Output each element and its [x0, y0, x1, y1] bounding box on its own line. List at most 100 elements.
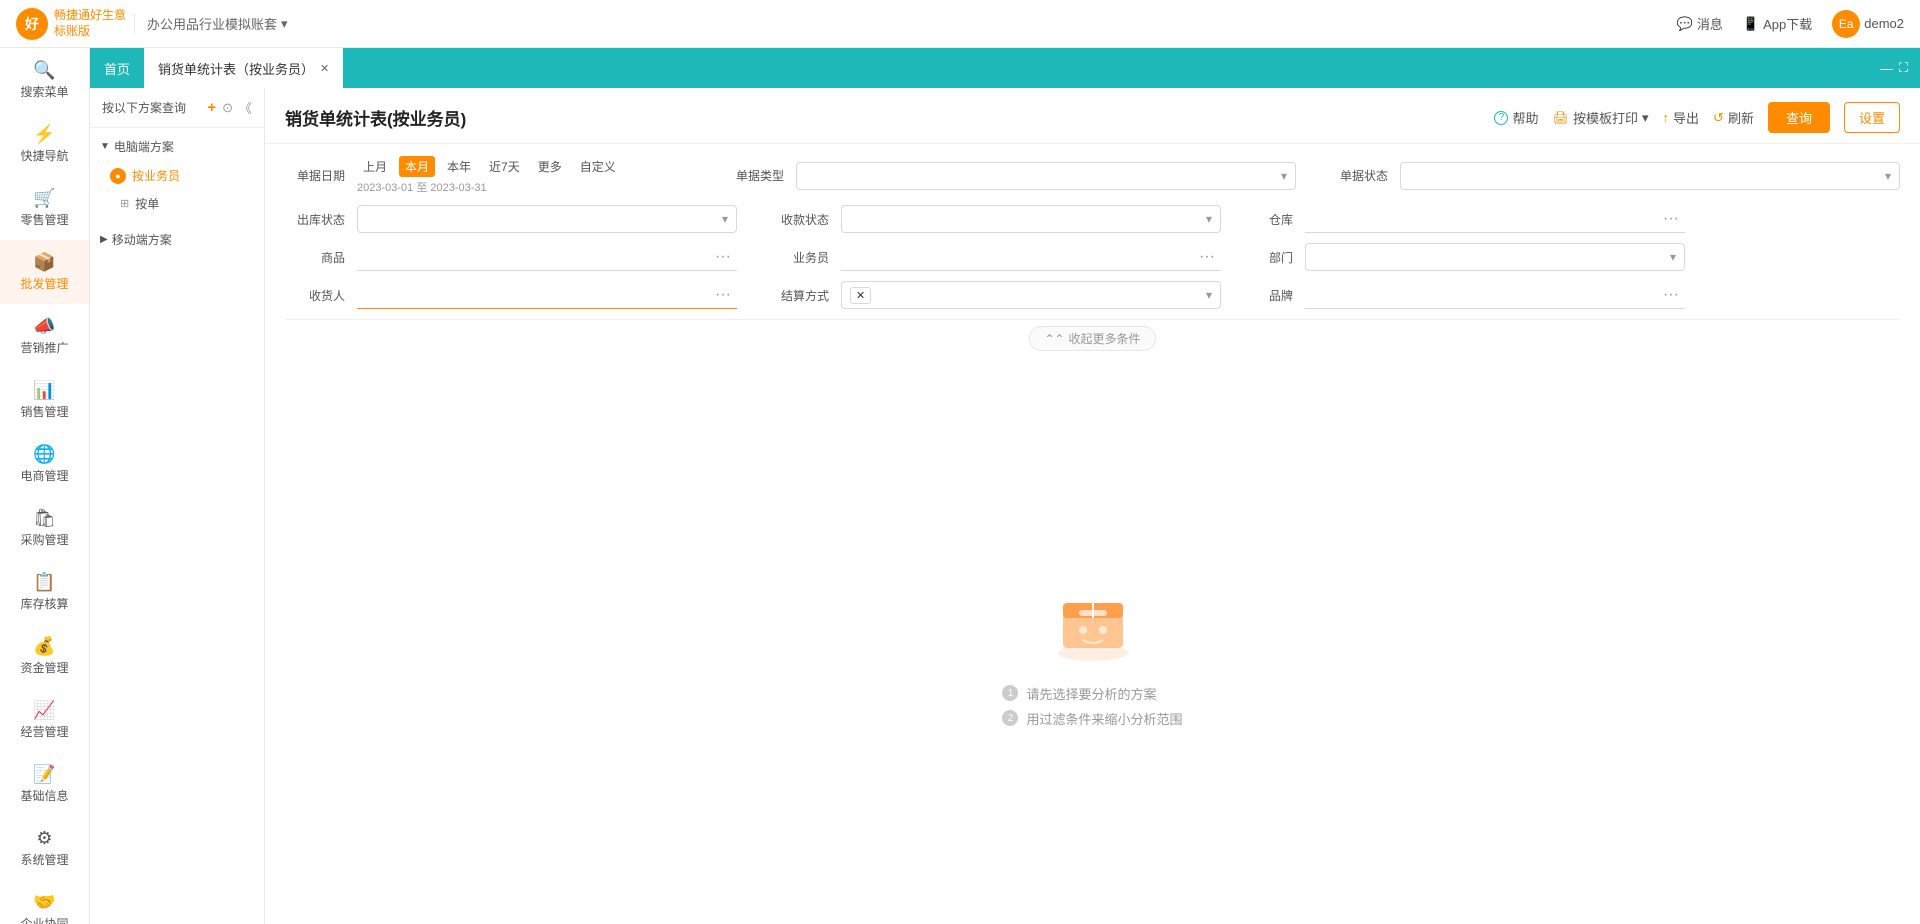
scheme-panel-title: 按以下方案查询 [102, 99, 186, 116]
date-tab-custom[interactable]: 自定义 [574, 156, 622, 177]
header-left: 好 畅捷通好生意 标账版 办公用品行业模拟账套 ▾ [16, 8, 288, 40]
enterprise-icon: 🤝 [33, 892, 55, 913]
department-label: 部门 [1233, 249, 1293, 266]
tabs-bar: 首页 销货单统计表（按业务员） ✕ — ⛶ [90, 48, 1920, 88]
goods-label: 商品 [285, 249, 345, 266]
ecommerce-icon: 🌐 [33, 444, 55, 465]
sidebar-item-label: 销售管理 [20, 403, 68, 420]
sidebar-item-label: 企业协同 [20, 915, 68, 924]
system-icon: ⚙ [36, 828, 52, 849]
date-tab-this-month[interactable]: 本月 [399, 156, 435, 177]
doc-status-dropdown[interactable]: ▾ [1400, 162, 1900, 190]
sidebar-item-sales[interactable]: 📊 销售管理 [0, 368, 89, 432]
sidebar-item-label: 采购管理 [20, 531, 68, 548]
scheme-panel-header: 按以下方案查询 + ⊙ 《 [90, 88, 264, 128]
app-download-btn[interactable]: 📱 App下载 [1743, 14, 1812, 33]
query-btn[interactable]: 查询 [1768, 102, 1830, 133]
search-icon: 🔍 [33, 60, 55, 81]
sidebar-item-inventory[interactable]: 📋 库存核算 [0, 560, 89, 624]
settlement-clear-btn[interactable]: ✕ [850, 287, 871, 304]
refresh-icon: ↺ [1713, 110, 1724, 126]
scheme-item-by-salesperson[interactable]: ● 按业务员 [90, 161, 264, 190]
basic-info-icon: 📝 [33, 764, 55, 785]
wholesale-icon: 📦 [33, 252, 55, 273]
group-collapsed-icon: ▶ [100, 234, 108, 245]
sidebar-item-label: 经营管理 [20, 723, 68, 740]
settings-btn[interactable]: 设置 [1844, 102, 1900, 133]
sidebar-item-finance[interactable]: 💰 资金管理 [0, 624, 89, 688]
scheme-group-desktop: ▼ 电脑端方案 ● 按业务员 ⊞ 按单 [90, 128, 264, 221]
scheme-group-desktop-title[interactable]: ▼ 电脑端方案 [90, 132, 264, 161]
print-btn[interactable]: 🖨 按模板打印 ▾ [1552, 108, 1648, 127]
sidebar-item-enterprise[interactable]: 🤝 企业协同 [0, 880, 89, 924]
date-tab-last-month[interactable]: 上月 [357, 156, 393, 177]
collapse-conditions-btn[interactable]: ⌃⌃ 收起更多条件 [1029, 326, 1155, 351]
date-tab-this-year[interactable]: 本年 [441, 156, 477, 177]
date-tab-more[interactable]: 更多 [532, 156, 568, 177]
date-tabs: 上月 本月 本年 近7天 更多 自定义 [357, 156, 692, 177]
recipient-field[interactable]: ··· [357, 281, 737, 309]
chevron-down-payment: ▾ [1206, 212, 1212, 226]
filter-row-1: 单据日期 上月 本月 本年 近7天 更多 自定义 2023-03-01 至 20… [285, 156, 1900, 195]
marketing-icon: 📣 [33, 316, 55, 337]
date-label: 单据日期 [285, 167, 345, 184]
doc-status-label: 单据状态 [1308, 167, 1388, 184]
sidebar-item-purchase[interactable]: 🛍 采购管理 [0, 496, 89, 560]
date-tab-last7days[interactable]: 近7天 [483, 156, 526, 177]
top-header: 好 畅捷通好生意 标账版 办公用品行业模拟账套 ▾ 💬 消息 📱 App下载 E… [0, 0, 1920, 48]
messages-btn[interactable]: 💬 消息 [1677, 14, 1723, 33]
refresh-btn[interactable]: ↺ 刷新 [1713, 108, 1754, 127]
brand-label: 品牌 [1233, 287, 1293, 304]
collapse-scheme-icon[interactable]: 《 [239, 98, 252, 117]
warehouse-field[interactable]: ··· [1305, 205, 1685, 233]
sidebar-item-ecommerce[interactable]: 🌐 电商管理 [0, 432, 89, 496]
add-scheme-btn[interactable]: + [207, 99, 216, 116]
sidebar-item-retail[interactable]: 🛒 零售管理 [0, 176, 89, 240]
sidebar-item-search-menu[interactable]: 🔍 搜索菜单 [0, 48, 89, 112]
sidebar-item-operations[interactable]: 📈 经营管理 [0, 688, 89, 752]
tab-close-icon[interactable]: ✕ [320, 62, 329, 75]
minimize-icon[interactable]: — [1880, 61, 1893, 76]
settlement-dropdown[interactable]: ✕ ▾ [841, 281, 1221, 309]
shipment-dropdown[interactable]: ▾ [357, 205, 737, 233]
sidebar-item-system[interactable]: ⚙ 系统管理 [0, 816, 89, 880]
sidebar-item-basic-info[interactable]: 📝 基础信息 [0, 752, 89, 816]
brand-field[interactable]: ··· [1305, 281, 1685, 309]
avatar: Ea [1832, 10, 1860, 38]
help-btn[interactable]: ? 帮助 [1494, 108, 1538, 127]
doc-type-label: 单据类型 [704, 167, 784, 184]
sidebar-item-wholesale[interactable]: 📦 批发管理 [0, 240, 89, 304]
content-area: 首页 销货单统计表（按业务员） ✕ — ⛶ 按以下方案查询 + ⊙ 《 [90, 48, 1920, 924]
tab-home[interactable]: 首页 [90, 48, 144, 88]
page-title-actions: ? 帮助 🖨 按模板打印 ▾ ↑ 导出 ↺ [1494, 102, 1900, 133]
print-icon: 🖨 [1552, 110, 1569, 126]
scheme-panel: 按以下方案查询 + ⊙ 《 ▼ 电脑端方案 ● 按业务员 [90, 88, 265, 924]
sidebar-item-quick-nav[interactable]: ⚡ 快捷导航 [0, 112, 89, 176]
scheme-sub-item-by-order[interactable]: ⊞ 按单 [90, 190, 264, 217]
scheme-item-icon: ● [110, 168, 126, 184]
salesperson-field[interactable]: ··· [841, 243, 1221, 271]
department-dropdown[interactable]: ▾ [1305, 243, 1685, 271]
breadcrumb-chevron: ▾ [281, 16, 288, 32]
purchase-icon: 🛍 [33, 508, 56, 529]
finance-icon: 💰 [33, 636, 55, 657]
filter-row-3: 商品 ··· 业务员 ··· 部门 ▾ [285, 243, 1900, 271]
header-right: 💬 消息 📱 App下载 Ea demo2 [1677, 10, 1904, 38]
tab-sales-stat[interactable]: 销货单统计表（按业务员） ✕ [144, 48, 343, 88]
sidebar-item-label: 系统管理 [20, 851, 68, 868]
logo-area[interactable]: 好 畅捷通好生意 标账版 [16, 8, 126, 40]
empty-illustration [1043, 568, 1143, 668]
tabs-window-controls: — ⛶ [1880, 60, 1920, 76]
date-range-display: 2023-03-01 至 2023-03-31 [357, 179, 692, 195]
tab-home-label: 首页 [104, 59, 130, 78]
payment-dropdown[interactable]: ▾ [841, 205, 1221, 233]
sidebar-item-marketing[interactable]: 📣 营销推广 [0, 304, 89, 368]
maximize-icon[interactable]: ⛶ [1899, 60, 1908, 76]
logo-text: 畅捷通好生意 标账版 [54, 8, 126, 39]
goods-field[interactable]: ··· [357, 243, 737, 271]
scheme-group-mobile-title[interactable]: ▶ 移动端方案 [90, 225, 264, 254]
doc-type-dropdown[interactable]: ▾ [796, 162, 1296, 190]
export-btn[interactable]: ↑ 导出 [1663, 108, 1700, 127]
user-avatar-btn[interactable]: Ea demo2 [1832, 10, 1904, 38]
edit-scheme-icon[interactable]: ⊙ [222, 100, 233, 116]
